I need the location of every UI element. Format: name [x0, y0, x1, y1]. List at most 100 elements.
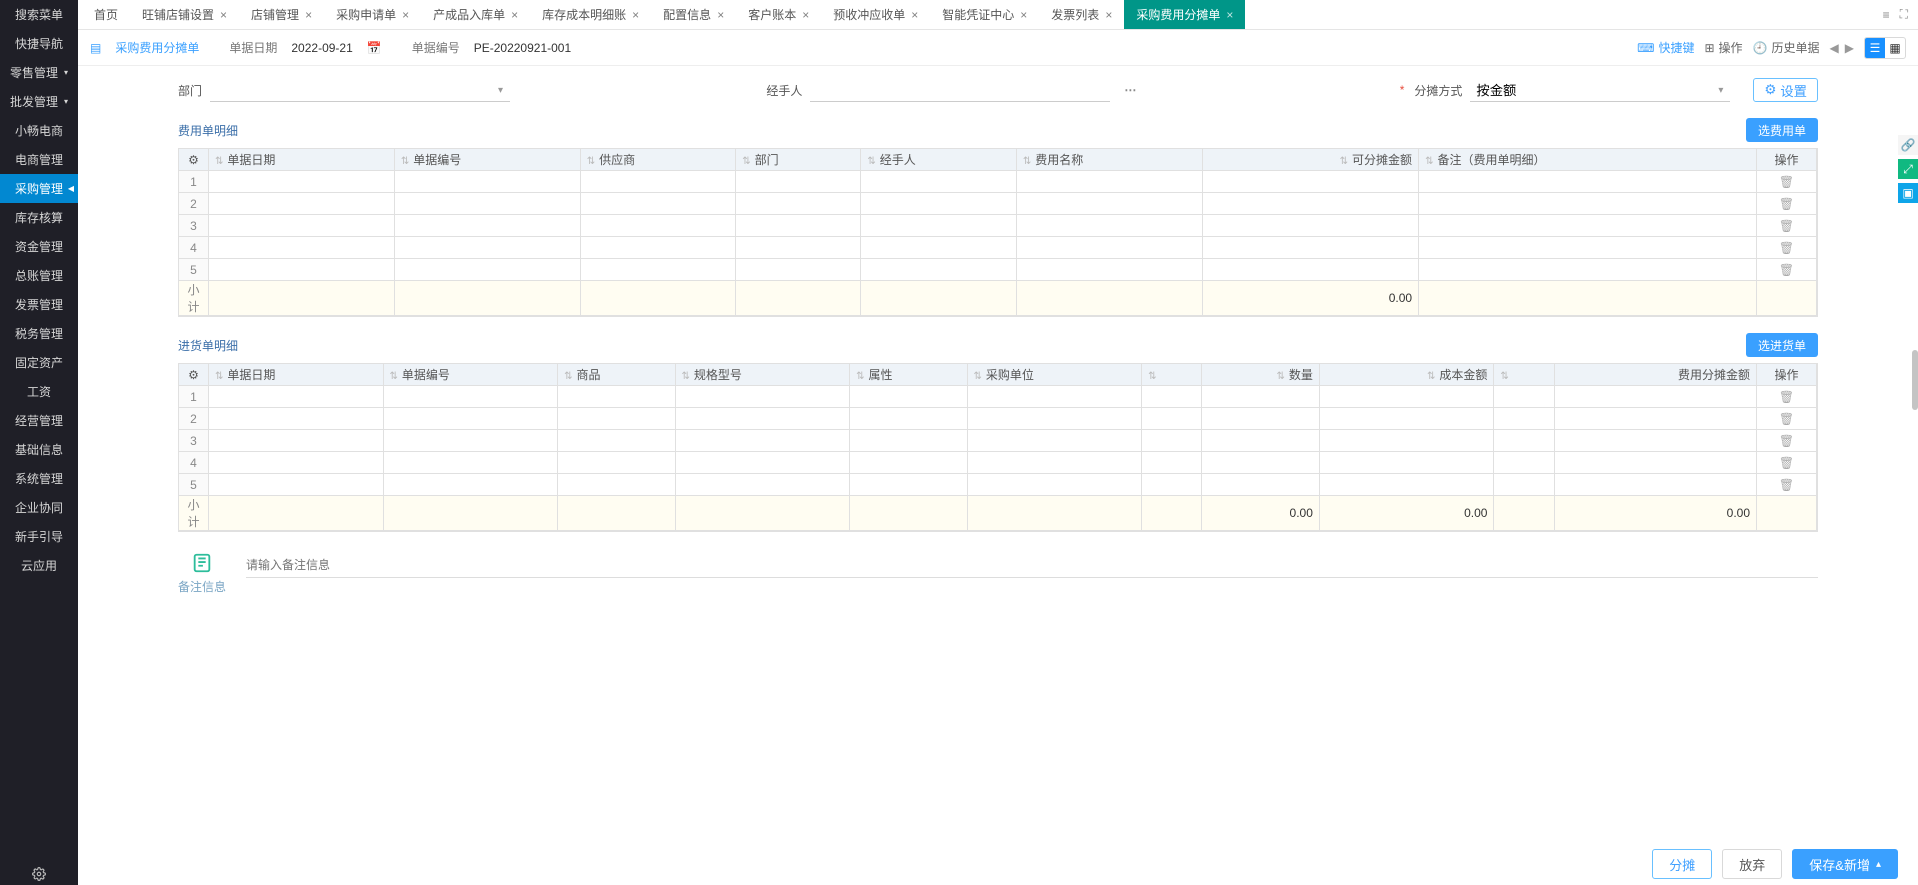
- sidebar-item[interactable]: 云应用: [0, 551, 78, 580]
- sidebar-item[interactable]: 基础信息: [0, 435, 78, 464]
- gear-icon[interactable]: ⚙: [179, 364, 209, 386]
- sidebar-item[interactable]: 库存核算: [0, 203, 78, 232]
- select-expense-button[interactable]: 选费用单: [1746, 118, 1818, 142]
- sidebar-item[interactable]: 总账管理: [0, 261, 78, 290]
- delete-icon[interactable]: 🗑: [1779, 390, 1794, 404]
- table-row[interactable]: 3🗑: [179, 215, 1817, 237]
- sort-icon[interactable]: ⇅: [742, 156, 750, 167]
- delete-icon[interactable]: 🗑: [1779, 478, 1794, 492]
- table-row[interactable]: 2🗑: [179, 193, 1817, 215]
- close-icon[interactable]: ×: [402, 8, 409, 22]
- close-icon[interactable]: ×: [1226, 8, 1233, 22]
- attachment-icon[interactable]: 🔗: [1898, 135, 1918, 155]
- sort-icon[interactable]: ⇅: [974, 371, 982, 382]
- close-icon[interactable]: ×: [911, 8, 918, 22]
- sort-icon[interactable]: ⇅: [867, 156, 875, 167]
- tabs-fullscreen-icon[interactable]: ⛶: [1900, 7, 1908, 22]
- dept-input[interactable]: [210, 78, 510, 102]
- tab[interactable]: 产成品入库单×: [421, 0, 530, 29]
- handler-browse-icon[interactable]: ⋯: [1124, 83, 1136, 97]
- save-new-button[interactable]: 保存&新增 ▴: [1792, 849, 1898, 879]
- column-header[interactable]: ⇅单据日期: [209, 149, 395, 171]
- sidebar-item[interactable]: 固定资产: [0, 348, 78, 377]
- sort-icon[interactable]: ⇅: [856, 371, 864, 382]
- gear-icon[interactable]: ⚙: [179, 149, 209, 171]
- tab[interactable]: 店铺管理×: [239, 0, 324, 29]
- sort-icon[interactable]: ⇅: [1340, 156, 1348, 167]
- tab[interactable]: 发票列表×: [1039, 0, 1124, 29]
- quick-create-link[interactable]: ⌨ 快捷键: [1637, 39, 1694, 56]
- sidebar-item[interactable]: 税务管理: [0, 319, 78, 348]
- table-row[interactable]: 3🗑: [179, 430, 1817, 452]
- close-icon[interactable]: ×: [717, 8, 724, 22]
- nav-next-icon[interactable]: ▶: [1845, 41, 1854, 55]
- select-purchase-button[interactable]: 选进货单: [1746, 333, 1818, 357]
- tab[interactable]: 库存成本明细账×: [530, 0, 651, 29]
- chevron-down-icon[interactable]: ▾: [498, 85, 503, 96]
- calendar-icon[interactable]: 📅: [367, 41, 382, 55]
- view-card-icon[interactable]: ▦: [1885, 38, 1905, 58]
- settings-button[interactable]: ⚙ 设置: [1753, 78, 1818, 102]
- table-row[interactable]: 5🗑: [179, 474, 1817, 496]
- delete-icon[interactable]: 🗑: [1779, 412, 1794, 426]
- sort-icon[interactable]: ⇅: [1425, 156, 1433, 167]
- close-icon[interactable]: ×: [305, 8, 312, 22]
- column-header[interactable]: ⇅数量: [1202, 364, 1319, 386]
- table-row[interactable]: 1🗑: [179, 386, 1817, 408]
- discard-button[interactable]: 放弃: [1722, 849, 1782, 879]
- remarks-input[interactable]: [246, 552, 1818, 578]
- delete-icon[interactable]: 🗑: [1779, 219, 1794, 233]
- column-header[interactable]: ⇅成本金额: [1320, 364, 1495, 386]
- sidebar-item[interactable]: 系统管理: [0, 464, 78, 493]
- chevron-down-icon[interactable]: ▾: [1718, 85, 1723, 96]
- tabs-menu-icon[interactable]: ≡: [1883, 8, 1890, 22]
- tab[interactable]: 智能凭证中心×: [930, 0, 1039, 29]
- sidebar-item[interactable]: 批发管理▾: [0, 87, 78, 116]
- tab[interactable]: 采购费用分摊单×: [1124, 0, 1245, 29]
- delete-icon[interactable]: 🗑: [1779, 175, 1794, 189]
- delete-icon[interactable]: 🗑: [1779, 263, 1794, 277]
- actions-link[interactable]: ⊞ 操作: [1704, 39, 1742, 56]
- detail-tool-icon[interactable]: ▣: [1898, 183, 1918, 203]
- sidebar-item[interactable]: 经营管理: [0, 406, 78, 435]
- sort-icon[interactable]: ⇅: [1500, 371, 1508, 382]
- tab[interactable]: 旺铺店铺设置×: [130, 0, 239, 29]
- tab[interactable]: 配置信息×: [651, 0, 736, 29]
- column-header[interactable]: ⇅属性: [850, 364, 967, 386]
- tab[interactable]: 采购申请单×: [324, 0, 421, 29]
- sidebar-item[interactable]: 发票管理: [0, 290, 78, 319]
- close-icon[interactable]: ×: [220, 8, 227, 22]
- column-header[interactable]: ⇅: [1494, 364, 1554, 386]
- handler-input[interactable]: [810, 78, 1110, 102]
- delete-icon[interactable]: 🗑: [1779, 434, 1794, 448]
- tab[interactable]: 预收冲应收单×: [821, 0, 930, 29]
- close-icon[interactable]: ×: [632, 8, 639, 22]
- view-list-icon[interactable]: ☰: [1865, 38, 1885, 58]
- sort-icon[interactable]: ⇅: [587, 156, 595, 167]
- sidebar-item[interactable]: 零售管理▾: [0, 58, 78, 87]
- sort-icon[interactable]: ⇅: [1276, 371, 1284, 382]
- tab[interactable]: 首页: [82, 0, 130, 29]
- delete-icon[interactable]: 🗑: [1779, 456, 1794, 470]
- column-header[interactable]: ⇅部门: [736, 149, 861, 171]
- sidebar-item[interactable]: 快捷导航: [0, 29, 78, 58]
- column-header[interactable]: ⇅规格型号: [676, 364, 851, 386]
- close-icon[interactable]: ×: [1105, 8, 1112, 22]
- sort-icon[interactable]: ⇅: [682, 371, 690, 382]
- table-row[interactable]: 2🗑: [179, 408, 1817, 430]
- column-header[interactable]: ⇅单据编号: [384, 364, 559, 386]
- column-header[interactable]: ⇅可分摊金额: [1203, 149, 1419, 171]
- column-header[interactable]: ⇅经手人: [861, 149, 1017, 171]
- sort-icon[interactable]: ⇅: [1427, 371, 1435, 382]
- table-row[interactable]: 4🗑: [179, 452, 1817, 474]
- column-header[interactable]: ⇅单据日期: [209, 364, 384, 386]
- scrollbar-thumb[interactable]: [1912, 350, 1918, 410]
- sidebar-item[interactable]: 资金管理: [0, 232, 78, 261]
- sidebar-item[interactable]: 小畅电商: [0, 116, 78, 145]
- table-row[interactable]: 5🗑: [179, 259, 1817, 281]
- sort-icon[interactable]: ⇅: [1023, 156, 1031, 167]
- sidebar-item[interactable]: 新手引导: [0, 522, 78, 551]
- sort-icon[interactable]: ⇅: [215, 371, 223, 382]
- sidebar-item[interactable]: 企业协同: [0, 493, 78, 522]
- sidebar-item[interactable]: 采购管理◀: [0, 174, 78, 203]
